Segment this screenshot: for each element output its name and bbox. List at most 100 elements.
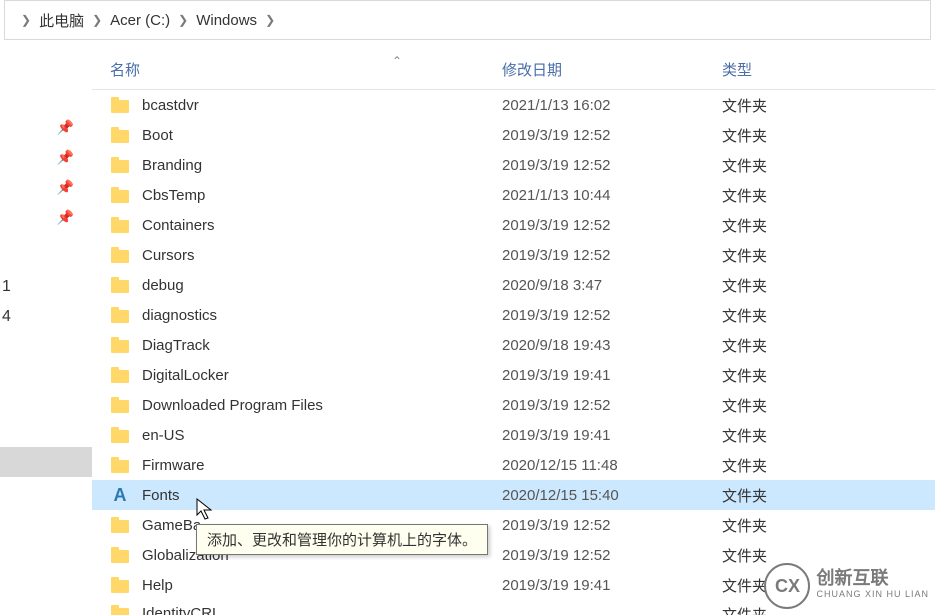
- pin-icon: 📌: [57, 149, 74, 166]
- file-row[interactable]: DigitalLocker2019/3/19 19:41文件夹: [92, 360, 935, 390]
- file-name: Boot: [142, 127, 173, 144]
- file-name: IdentityCRL: [142, 605, 220, 615]
- file-date: 2020/9/18 19:43: [502, 337, 722, 354]
- file-date: 2019/3/19 12:52: [502, 217, 722, 234]
- file-type: 文件夹: [722, 395, 912, 416]
- sidebar-item[interactable]: 4: [0, 302, 92, 332]
- file-name: bcastdvr: [142, 97, 199, 114]
- folder-icon: [110, 516, 130, 534]
- file-name: Help: [142, 577, 173, 594]
- file-row[interactable]: bcastdvr2021/1/13 16:02文件夹: [92, 90, 935, 120]
- col-type-header[interactable]: 类型: [722, 62, 752, 79]
- file-date: 2020/12/15 11:48: [502, 457, 722, 474]
- file-date: 2019/3/19 12:52: [502, 517, 722, 534]
- file-name: en-US: [142, 427, 185, 444]
- file-date: 2019/3/19 12:52: [502, 397, 722, 414]
- sidebar-pin-item[interactable]: 📌: [0, 112, 92, 142]
- file-type: 文件夹: [722, 185, 912, 206]
- watermark-tag: CHUANG XIN HU LIAN: [816, 586, 929, 602]
- file-type: 文件夹: [722, 365, 912, 386]
- watermark-brand: 创新互联: [816, 570, 929, 586]
- file-row[interactable]: CbsTemp2021/1/13 10:44文件夹: [92, 180, 935, 210]
- file-name: Firmware: [142, 457, 205, 474]
- file-date: 2019/3/19 12:52: [502, 127, 722, 144]
- breadcrumb-this-pc[interactable]: 此电脑: [39, 10, 84, 31]
- file-date: 2021/1/13 16:02: [502, 97, 722, 114]
- folder-icon: [110, 456, 130, 474]
- sidebar: 📌 📌 📌 📌 1 4: [0, 54, 92, 615]
- tooltip-text: 添加、更改和管理你的计算机上的字体。: [207, 532, 477, 549]
- file-date: 2019/3/19 12:52: [502, 547, 722, 564]
- folder-icon: [110, 216, 130, 234]
- file-name: DiagTrack: [142, 337, 210, 354]
- file-type: 文件夹: [722, 155, 912, 176]
- folder-icon: [110, 126, 130, 144]
- file-row[interactable]: diagnostics 2019/3/19 12:52文件夹: [92, 300, 935, 330]
- col-date-header[interactable]: 修改日期: [502, 62, 562, 79]
- breadcrumb-windows[interactable]: Windows: [196, 12, 257, 29]
- file-type: 文件夹: [722, 275, 912, 296]
- sidebar-pin-item[interactable]: 📌: [0, 202, 92, 232]
- folder-icon: [110, 336, 130, 354]
- file-name: Cursors: [142, 247, 195, 264]
- folder-icon: [110, 426, 130, 444]
- chevron-right-icon: ❯: [265, 13, 275, 27]
- file-row[interactable]: Downloaded Program Files 2019/3/19 12:52文…: [92, 390, 935, 420]
- file-name: GameBa: [142, 517, 201, 534]
- sidebar-item-selected[interactable]: [0, 447, 92, 477]
- file-row[interactable]: Branding 2019/3/19 12:52文件夹: [92, 150, 935, 180]
- file-row[interactable]: Cursors 2019/3/19 12:52文件夹: [92, 240, 935, 270]
- folder-icon: [110, 604, 130, 615]
- folder-icon: [110, 306, 130, 324]
- file-name: Containers: [142, 217, 215, 234]
- sidebar-item[interactable]: 1: [0, 272, 92, 302]
- file-name: CbsTemp: [142, 187, 205, 204]
- folder-icon: [110, 576, 130, 594]
- file-type: 文件夹: [722, 485, 912, 506]
- file-type: 文件夹: [722, 305, 912, 326]
- watermark: CX 创新互联 CHUANG XIN HU LIAN: [764, 563, 929, 609]
- file-row[interactable]: debug2020/9/18 3:47文件夹: [92, 270, 935, 300]
- file-date: 2019/3/19 12:52: [502, 157, 722, 174]
- file-row[interactable]: en-US 2019/3/19 19:41文件夹: [92, 420, 935, 450]
- file-type: 文件夹: [722, 455, 912, 476]
- chevron-right-icon: ❯: [21, 13, 31, 27]
- tooltip: 添加、更改和管理你的计算机上的字体。: [196, 524, 488, 555]
- file-name: Fonts: [142, 487, 180, 504]
- folder-icon: [110, 186, 130, 204]
- file-type: 文件夹: [722, 245, 912, 266]
- file-row[interactable]: AFonts2020/12/15 15:40文件夹: [92, 480, 935, 510]
- column-headers: 名称 ⌃ 修改日期 类型: [92, 50, 935, 90]
- watermark-logo: CX: [764, 563, 810, 609]
- folder-icon: [110, 396, 130, 414]
- file-row[interactable]: Boot 2019/3/19 12:52文件夹: [92, 120, 935, 150]
- file-row[interactable]: Firmware 2020/12/15 11:48文件夹: [92, 450, 935, 480]
- file-date: 2019/3/19 19:41: [502, 427, 722, 444]
- file-row[interactable]: DiagTrack 2020/9/18 19:43文件夹: [92, 330, 935, 360]
- folder-icon: [110, 276, 130, 294]
- file-type: 文件夹: [722, 425, 912, 446]
- file-date: 2020/9/18 3:47: [502, 277, 722, 294]
- col-name-header[interactable]: 名称: [110, 59, 140, 80]
- file-date: 2019/3/19 12:52: [502, 307, 722, 324]
- chevron-right-icon: ❯: [178, 13, 188, 27]
- pin-icon: 📌: [57, 179, 74, 196]
- breadcrumb-drive-c[interactable]: Acer (C:): [110, 12, 170, 29]
- folder-icon: [110, 246, 130, 264]
- file-name: Branding: [142, 157, 202, 174]
- file-name: Downloaded Program Files: [142, 397, 323, 414]
- breadcrumb[interactable]: ❯ 此电脑 ❯ Acer (C:) ❯ Windows ❯: [4, 0, 931, 40]
- file-date: 2019/3/19 12:52: [502, 247, 722, 264]
- pin-icon: 📌: [57, 209, 74, 226]
- folder-icon: [110, 96, 130, 114]
- sidebar-pin-item[interactable]: 📌: [0, 172, 92, 202]
- file-type: 文件夹: [722, 125, 912, 146]
- file-date: 2019/3/19 19:41: [502, 577, 722, 594]
- folder-icon: [110, 546, 130, 564]
- chevron-right-icon: ❯: [92, 13, 102, 27]
- file-name: diagnostics: [142, 307, 217, 324]
- sidebar-pin-item[interactable]: 📌: [0, 142, 92, 172]
- folder-icon: [110, 366, 130, 384]
- file-type: 文件夹: [722, 335, 912, 356]
- file-row[interactable]: Containers2019/3/19 12:52文件夹: [92, 210, 935, 240]
